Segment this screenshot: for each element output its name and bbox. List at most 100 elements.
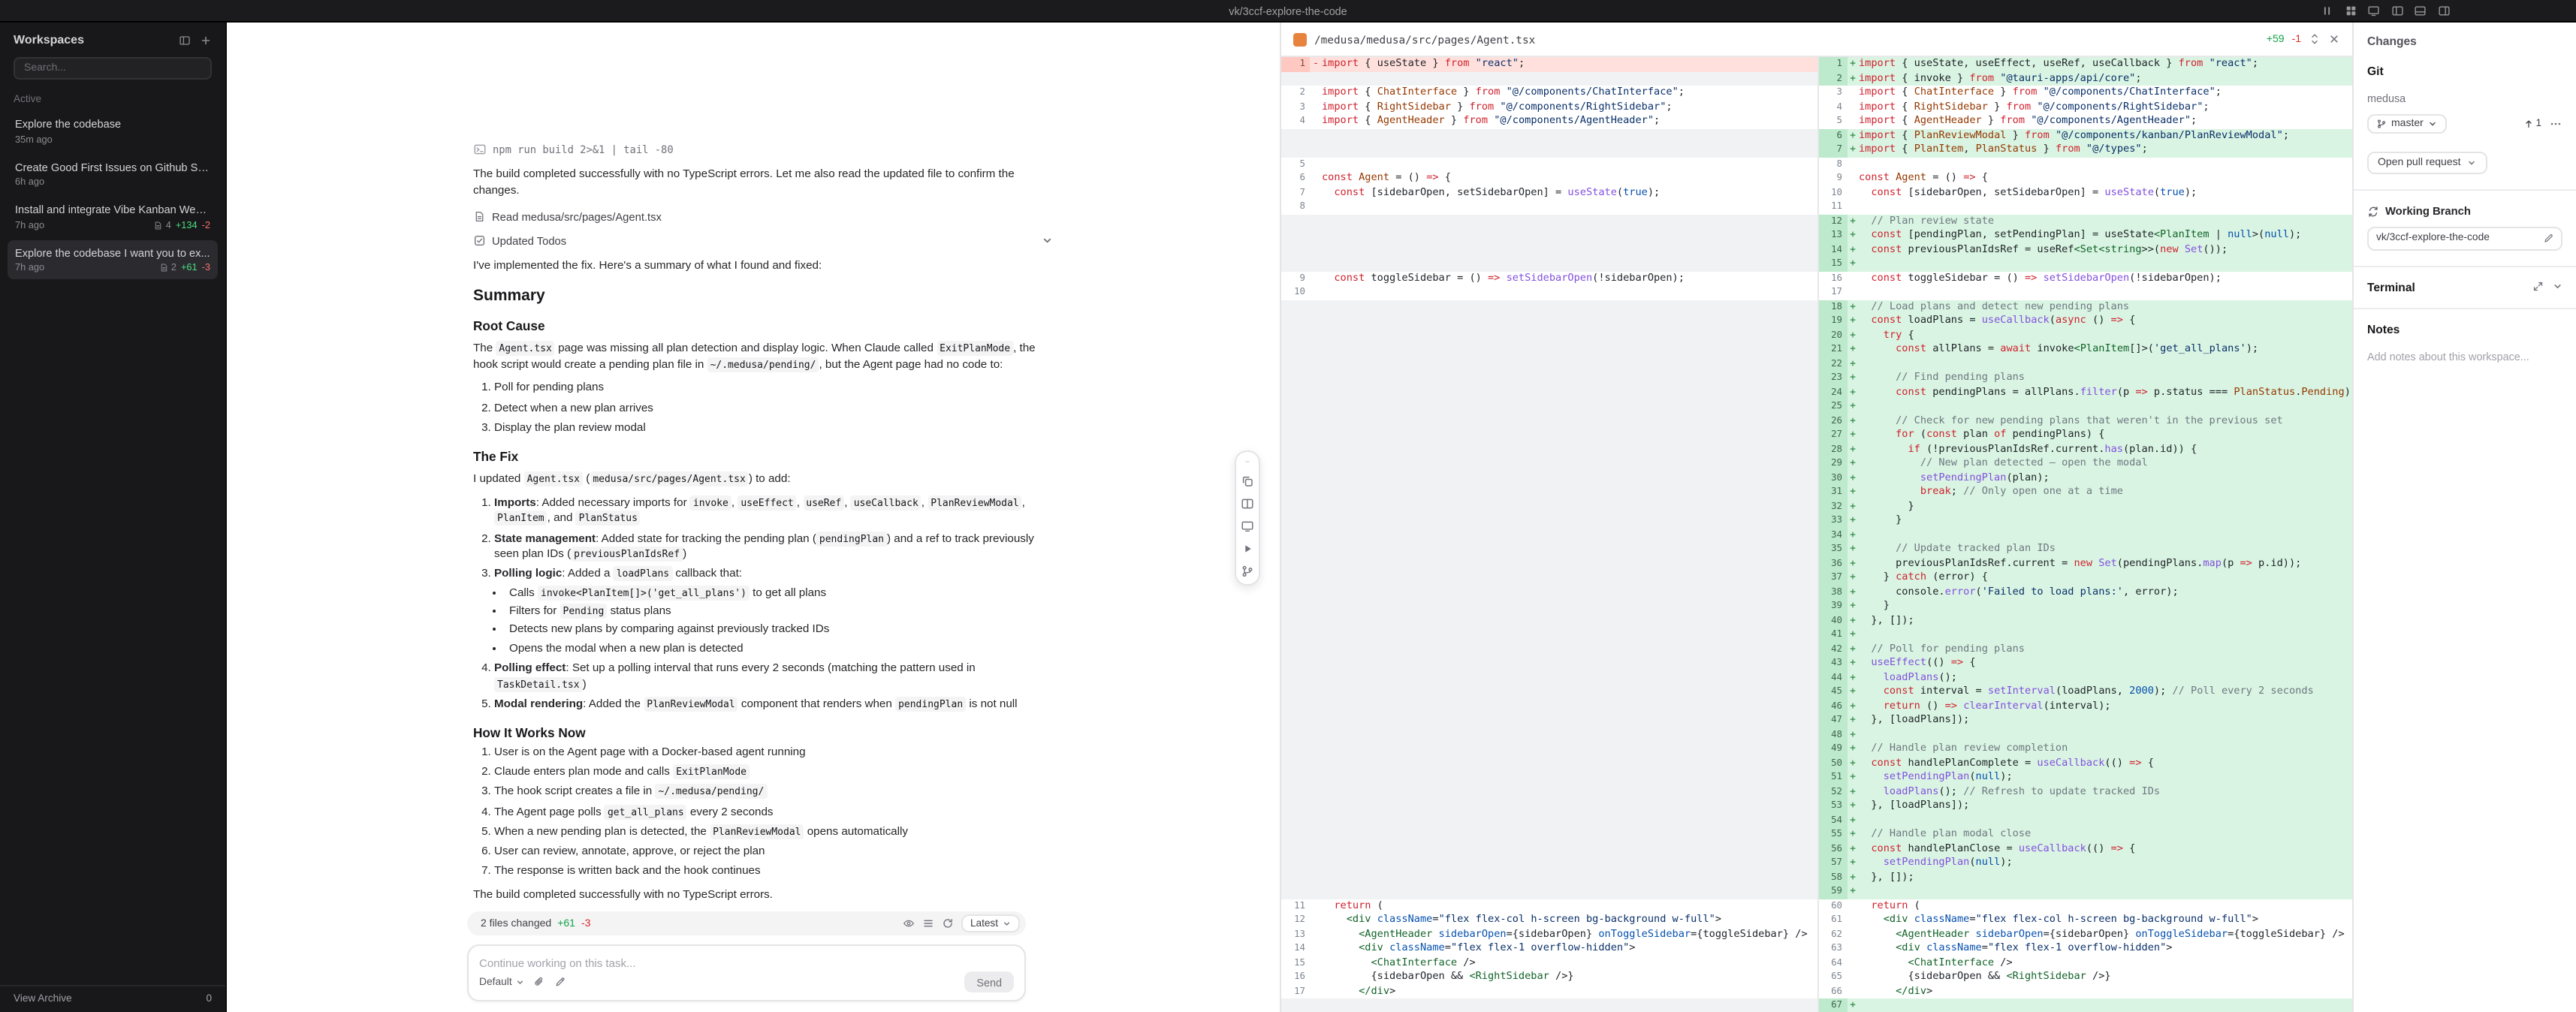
titlebar-icons: [2321, 0, 2450, 23]
diff-sign: [1847, 86, 1859, 100]
code-text: [1322, 471, 1817, 485]
code-text: </div>: [1859, 984, 2352, 998]
edit-branch-icon[interactable]: [2542, 233, 2553, 244]
diff-line: 58+ }, []);: [1818, 870, 2352, 884]
line-number: [1281, 328, 1310, 342]
monitor-icon[interactable]: [2367, 5, 2380, 18]
version-selector[interactable]: Latest: [961, 914, 1020, 932]
code-text: [1322, 699, 1817, 713]
diff-sign: [1310, 128, 1322, 143]
line-number: 34: [1818, 528, 1847, 542]
code-text: [1322, 727, 1817, 742]
expand-diff-icon[interactable]: [2309, 33, 2321, 45]
diff-body[interactable]: 1-import { useState } from "react";2impo…: [1281, 57, 2352, 1012]
line-number: 3: [1281, 100, 1310, 114]
message-input[interactable]: [479, 953, 1014, 971]
line-number: 4: [1818, 100, 1847, 114]
branch-selector[interactable]: master: [2367, 114, 2448, 134]
visibility-toggle-icon[interactable]: [903, 917, 915, 929]
code-text: <ChatInterface />: [1859, 956, 2352, 970]
expand-terminal-icon[interactable]: [2532, 282, 2544, 293]
diff-sign: [1310, 171, 1322, 185]
line-number: [1281, 242, 1310, 257]
copy-icon[interactable]: [1241, 474, 1254, 488]
code-text: setPendingPlan(null);: [1859, 770, 2352, 785]
diff-sign: +: [1847, 571, 1859, 585]
diff-line: [1281, 727, 1817, 742]
collapse-sidebar-icon[interactable]: [179, 34, 191, 46]
code-text: [1322, 456, 1817, 471]
drag-handle[interactable]: [1241, 458, 1254, 465]
line-number: 7: [1281, 185, 1310, 200]
panel-right-icon[interactable]: [2437, 5, 2450, 18]
inline-code: PlanItem: [494, 511, 547, 526]
divider: [2354, 307, 2576, 309]
list-item: Polling logic: Added a loadPlans callbac…: [494, 566, 1053, 657]
diff-sign: +: [1847, 242, 1859, 257]
notes-input[interactable]: Add notes about this workspace...: [2367, 349, 2562, 363]
search-input[interactable]: [14, 57, 212, 80]
diff-sign: +: [1847, 485, 1859, 499]
working-branch-field[interactable]: vk/3ccf-explore-the-code: [2367, 227, 2562, 250]
line-number: 65: [1818, 970, 1847, 984]
diff-line: [1281, 685, 1817, 699]
diff-sign: [1310, 357, 1322, 371]
line-number: 58: [1818, 870, 1847, 884]
workspace-item[interactable]: Install and integrate Vibe Kanban Web...…: [8, 197, 218, 236]
chevron-down-icon[interactable]: [1040, 234, 1053, 247]
diff-sign: [1310, 685, 1322, 699]
open-pull-request-button[interactable]: Open pull request: [2367, 152, 2488, 174]
diff-sign: [1310, 414, 1322, 428]
float-toolbar[interactable]: [1235, 450, 1260, 586]
workspace-item[interactable]: Explore the codebase35m ago: [8, 111, 218, 151]
view-archive-button[interactable]: View Archive: [14, 994, 72, 1004]
section-heading: Root Cause: [473, 319, 1053, 334]
diff-line: 23+ // Find pending plans: [1818, 371, 2352, 385]
attach-file-icon[interactable]: [534, 976, 546, 988]
code-text: [1322, 314, 1817, 328]
open-preview-icon[interactable]: [1241, 520, 1254, 533]
code-text: [1322, 228, 1817, 242]
terminal-command-row[interactable]: npm run build 2>&1 | tail -80: [473, 143, 1053, 157]
new-workspace-icon[interactable]: [200, 34, 212, 46]
code-text: // Handle plan modal close: [1859, 827, 2352, 842]
code-text: }, [loadPlans]);: [1859, 799, 2352, 813]
diff-line: [1281, 428, 1817, 442]
todos-row[interactable]: Updated Todos: [473, 233, 1053, 247]
close-diff-icon[interactable]: [2328, 33, 2340, 45]
edit-icon[interactable]: [555, 976, 567, 988]
line-number: 20: [1818, 328, 1847, 342]
more-actions-button[interactable]: [2549, 117, 2562, 131]
code-text: import { AgentHeader } from "@/component…: [1859, 114, 2352, 128]
diff-line: 42+ // Poll for pending plans: [1818, 642, 2352, 656]
git-compare-icon[interactable]: [1241, 565, 1254, 578]
line-number: 21: [1818, 342, 1847, 357]
message-composer[interactable]: Default Send: [467, 944, 1026, 1001]
changed-files-list-icon[interactable]: [922, 917, 934, 929]
diff-line: 7+import { PlanItem, PlanStatus } from "…: [1818, 143, 2352, 157]
refresh-icon[interactable]: [942, 917, 954, 929]
workspace-item[interactable]: Create Good First Issues on Github So ..…: [8, 154, 218, 194]
code-text: [1322, 884, 1817, 899]
tool-call-row[interactable]: Read medusa/src/pages/Agent.tsx: [473, 209, 1053, 223]
model-selector[interactable]: Default: [479, 977, 525, 987]
line-number: 1: [1818, 57, 1847, 71]
line-number: 13: [1818, 228, 1847, 242]
split-view-icon[interactable]: [1241, 497, 1254, 511]
panel-bottom-icon[interactable]: [2414, 5, 2427, 18]
conversation-scroll[interactable]: npm run build 2>&1 | tail -80The build c…: [227, 23, 1280, 911]
panel-left-icon[interactable]: [2390, 5, 2403, 18]
send-button[interactable]: Send: [964, 971, 1014, 992]
workspace-item[interactable]: Explore the codebase I want you to ex...…: [8, 239, 218, 279]
chevron-down-icon[interactable]: [2551, 282, 2562, 293]
assistant-paragraph: I updated Agent.tsx (medusa/src/pages/Ag…: [473, 471, 1053, 487]
code-text: const [sidebarOpen, setSidebarOpen] = us…: [1859, 185, 2352, 200]
pause-icon[interactable]: [2321, 5, 2333, 18]
chevron-down-icon: [2428, 119, 2439, 129]
file-icon: [154, 221, 164, 230]
run-icon[interactable]: [1241, 542, 1254, 556]
inline-code: TaskDetail.tsx: [494, 676, 583, 691]
diff-sign: +: [1847, 656, 1859, 670]
grid-icon[interactable]: [2344, 5, 2357, 18]
line-number: 23: [1818, 371, 1847, 385]
